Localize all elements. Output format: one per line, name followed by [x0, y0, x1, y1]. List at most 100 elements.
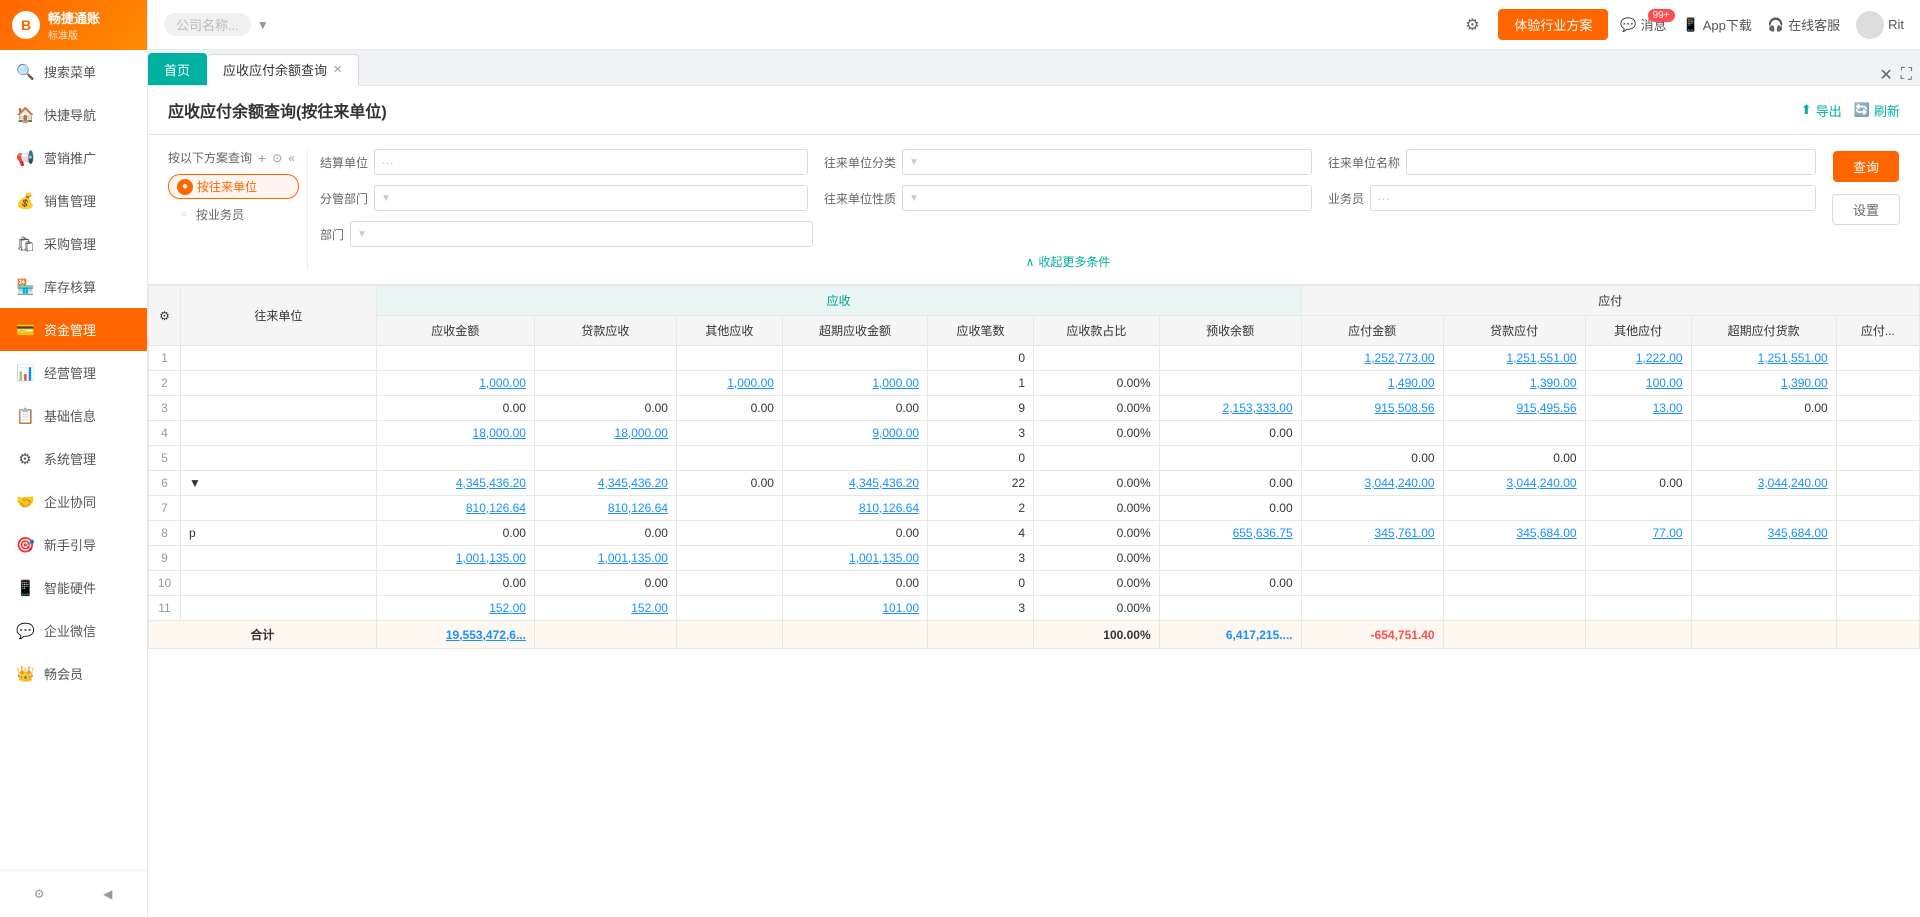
sidebar-item-finance[interactable]: 💳 资金管理 [0, 308, 147, 351]
cell-ar_amount[interactable]: 18,000.00 [376, 421, 534, 446]
cell-ap_amount[interactable] [1301, 421, 1443, 446]
tab-home[interactable]: 首页 [148, 53, 207, 85]
export-button[interactable]: ⬆ 导出 [1801, 101, 1842, 120]
cell-ar_other [676, 446, 782, 471]
online-service-button[interactable]: 🎧 在线客服 [1768, 15, 1840, 34]
sidebar-item-basic[interactable]: 📋 基础信息 [0, 394, 147, 437]
scheme-option-by-staff[interactable]: ○ 按业务员 [168, 203, 299, 226]
unit-name-label: 往来单位名称 [1328, 154, 1400, 171]
cell-ar_overdue: 0.00 [782, 571, 927, 596]
cell-ar_amount[interactable]: 0.00 [376, 521, 534, 546]
logo-sub: 标准版 [48, 27, 100, 42]
cell-ar_overdue: 101.00 [782, 596, 927, 621]
topbar-gear-icon[interactable]: ⚙ [1458, 11, 1486, 39]
cell-ar_overdue: 810,126.64 [782, 496, 927, 521]
cell-ap_amount[interactable] [1301, 546, 1443, 571]
unit-name-input[interactable] [1406, 149, 1816, 175]
cell-ar_overdue: 1,001,135.00 [782, 546, 927, 571]
sidebar-item-operations[interactable]: 📊 经营管理 [0, 351, 147, 394]
tab-ar-ap-label: 应收应付余额查询 [223, 60, 327, 79]
cell-ar_amount[interactable]: 152.00 [376, 596, 534, 621]
th-config[interactable]: ⚙ [149, 286, 181, 346]
scheme-option-by-unit[interactable]: ● 按往来单位 [168, 174, 299, 199]
cell-ap_amount[interactable]: 0.00 [1301, 446, 1443, 471]
scheme-settings-icon[interactable]: ⊙ [272, 151, 282, 165]
cell-ar_amount[interactable] [376, 446, 534, 471]
messages-button[interactable]: 💬 消息 99+ [1620, 15, 1666, 34]
topbar: 公司名称... ▼ ⚙ 体验行业方案 💬 消息 99+ 📱 App下载 🎧 在线… [148, 0, 1920, 50]
table-config-icon[interactable]: ⚙ [159, 309, 170, 323]
cell-ap_amount[interactable]: 3,044,240.00 [1301, 471, 1443, 496]
filter-row-1: 结算单位 ··· 往来单位分类 ▼ [320, 149, 1816, 175]
cell-ar_amount[interactable]: 1,000.00 [376, 371, 534, 396]
cell-ar_amount[interactable]: 4,345,436.20 [376, 471, 534, 496]
marketing-icon: 📢 [16, 149, 34, 167]
query-button[interactable]: 查询 [1833, 151, 1899, 182]
collapse-more-button[interactable]: ∧ 收起更多条件 [320, 253, 1816, 270]
cell-ar_amount[interactable]: 0.00 [376, 396, 534, 421]
cell-ar_amount[interactable]: 1,001,135.00 [376, 546, 534, 571]
settings-button[interactable]: 设置 [1832, 194, 1900, 225]
sidebar-label-search: 搜索菜单 [44, 62, 96, 81]
cell-ar_ratio [1034, 346, 1160, 371]
unit-nature-select[interactable]: ▼ [902, 185, 1312, 211]
cell-ar_amount[interactable] [376, 346, 534, 371]
sidebar-item-search[interactable]: 🔍 搜索菜单 [0, 50, 147, 93]
cell-ar_loan: 18,000.00 [534, 421, 676, 446]
sidebar-item-purchase[interactable]: 🛍 采购管理 [0, 222, 147, 265]
cell-ar_amount[interactable]: 0.00 [376, 571, 534, 596]
sidebar-item-wechat[interactable]: 💬 企业微信 [0, 609, 147, 652]
cell-ar_count: 0 [928, 571, 1034, 596]
tab-ar-ap[interactable]: 应收应付余额查询 ✕ [207, 54, 359, 86]
sidebar-item-member[interactable]: 👑 畅会员 [0, 652, 147, 695]
sidebar-item-marketing[interactable]: 📢 营销推广 [0, 136, 147, 179]
table-row: 11152.00152.00101.0030.00% [149, 596, 1920, 621]
footer-ar-amount[interactable]: 19,553,472,6... [376, 621, 534, 649]
sidebar-item-collab[interactable]: 🤝 企业协同 [0, 480, 147, 523]
cell-ar_amount[interactable]: 810,126.64 [376, 496, 534, 521]
add-scheme-icon[interactable]: + [258, 150, 266, 166]
app-download-button[interactable]: 📱 App下载 [1683, 15, 1752, 34]
sidebar-item-hardware[interactable]: 📱 智能硬件 [0, 566, 147, 609]
cell-ap_tail [1836, 521, 1919, 546]
settlement-unit-input[interactable]: ··· [374, 149, 808, 175]
window-expand-icon[interactable]: ⛶ [1901, 66, 1912, 84]
sidebar-item-guide[interactable]: 🎯 新手引导 [0, 523, 147, 566]
cell-ap_amount[interactable]: 345,761.00 [1301, 521, 1443, 546]
cell-ap_loan: 1,251,551.00 [1443, 346, 1585, 371]
cell-ar_prepay: 0.00 [1159, 471, 1301, 496]
breadcrumb-text: 公司名称... [164, 13, 251, 36]
cell-ap_amount[interactable]: 915,508.56 [1301, 396, 1443, 421]
cell-ap_amount[interactable] [1301, 496, 1443, 521]
sidebar-item-inventory[interactable]: 🏪 库存核算 [0, 265, 147, 308]
cell-ar_prepay [1159, 346, 1301, 371]
sidebar-item-sales[interactable]: 💰 销售管理 [0, 179, 147, 222]
cell-row_num: 8 [149, 521, 181, 546]
salesperson-input[interactable]: ··· [1370, 185, 1816, 211]
cell-ap_amount[interactable] [1301, 571, 1443, 596]
cell-ap_amount[interactable]: 1,490.00 [1301, 371, 1443, 396]
cell-ap_loan [1443, 496, 1585, 521]
cell-ap_amount[interactable]: 1,252,773.00 [1301, 346, 1443, 371]
sidebar-label-wechat: 企业微信 [44, 621, 96, 640]
online-service-label: 在线客服 [1788, 15, 1840, 34]
sidebar-collapse-btn[interactable]: ◀ [79, 881, 138, 907]
user-avatar-button[interactable]: Rit [1856, 11, 1904, 39]
unit-category-select[interactable]: ▼ [902, 149, 1312, 175]
inventory-icon: 🏪 [16, 278, 34, 296]
industry-solution-button[interactable]: 体验行业方案 [1498, 9, 1608, 40]
cell-ap_amount[interactable] [1301, 596, 1443, 621]
refresh-button[interactable]: 🔄 刷新 [1854, 101, 1900, 120]
dept-select[interactable]: ▼ [350, 221, 813, 247]
tab-close-icon[interactable]: ✕ [333, 63, 342, 76]
table-row: 21,000.001,000.001,000.0010.00%1,490.001… [149, 371, 1920, 396]
footer-ar-prepay[interactable]: 6,417,215.... [1159, 621, 1301, 649]
sidebar-item-quicknav[interactable]: 🏠 快捷导航 [0, 93, 147, 136]
sidebar-item-system[interactable]: ⚙ 系统管理 [0, 437, 147, 480]
scheme-collapse-icon[interactable]: « [288, 151, 295, 165]
breadcrumb-chevron[interactable]: ▼ [257, 18, 269, 32]
cell-ar_count: 22 [928, 471, 1034, 496]
sidebar-settings-btn[interactable]: ⚙ [10, 881, 69, 907]
dept-manager-select[interactable]: ▼ [374, 185, 808, 211]
window-close-icon[interactable]: ✕ [1879, 65, 1892, 85]
